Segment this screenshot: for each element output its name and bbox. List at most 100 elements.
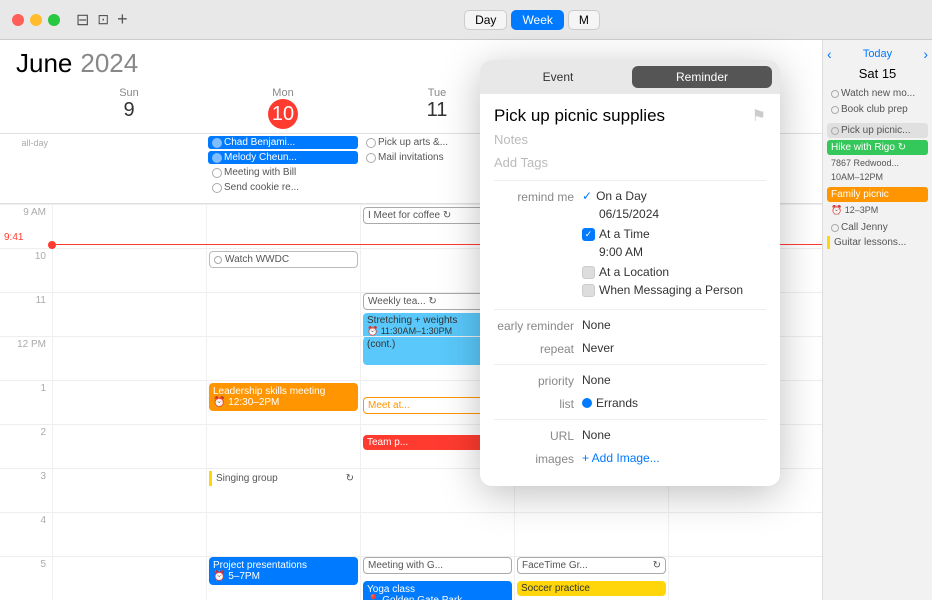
popup-body: Pick up picnic supplies ⚑ Notes Add Tags… — [480, 94, 780, 486]
right-sidebar: ‹ Today › Sat 15 Watch new mo... Book cl… — [822, 40, 932, 600]
sat-event-hike-time: 10AM–12PM — [827, 171, 928, 183]
time-row-5pm: 5 Project presentations ⏰ 5–7PM Meeting … — [0, 556, 822, 600]
time-slot-tue-5pm: Meeting with G... Yoga class 📍 Golden Ga… — [360, 556, 514, 600]
time-label-4pm: 4 — [0, 512, 52, 556]
at-a-time-value[interactable]: 9:00 AM — [599, 245, 766, 259]
sat-event-bookclub[interactable]: Book club prep — [827, 103, 928, 116]
when-messaging-row: When Messaging a Person — [582, 283, 766, 297]
allday-col-mon: Chad Benjami... Melody Cheun... Meeting … — [206, 134, 360, 203]
time-label-1pm: 1 — [0, 380, 52, 424]
at-a-time-label[interactable]: At a Time — [599, 227, 650, 241]
traffic-lights — [12, 14, 60, 26]
popup-row-early-reminder: early reminder None — [494, 318, 766, 333]
time-slot-mon-12pm — [206, 336, 360, 380]
sat-label: Sat 15 — [827, 66, 928, 81]
event-watch-wwdc[interactable]: Watch WWDC — [209, 251, 358, 268]
allday-event-chad[interactable]: Chad Benjami... — [208, 136, 358, 149]
priority-value[interactable]: None — [582, 373, 766, 387]
time-slot-sun-11am — [52, 292, 206, 336]
allday-event-cookie[interactable]: Send cookie re... — [208, 181, 358, 194]
sat-event-hike[interactable]: Hike with Rigo ↻ — [827, 140, 928, 155]
next-button[interactable]: › — [923, 46, 928, 62]
time-slot-mon-11am — [206, 292, 360, 336]
maximize-button[interactable] — [48, 14, 60, 26]
day-view-button[interactable]: Day — [464, 10, 507, 30]
sat-event-family-picnic[interactable]: Family picnic — [827, 187, 928, 202]
prev-button[interactable]: ‹ — [827, 46, 832, 62]
calendar-month: June — [16, 48, 72, 79]
inbox-icon[interactable]: ⊡ — [97, 11, 109, 28]
time-slot-mon-10am: Watch WWDC — [206, 248, 360, 292]
today-button[interactable]: Today — [863, 48, 892, 60]
popup-tab-event[interactable]: Event — [488, 66, 628, 88]
minimize-button[interactable] — [30, 14, 42, 26]
popup-divider-3 — [494, 364, 766, 365]
popup-notes-field[interactable]: Notes — [494, 132, 766, 147]
event-soccer[interactable]: Soccer practice — [517, 581, 666, 596]
at-a-location-label[interactable]: At a Location — [599, 265, 669, 279]
time-slot-mon-3pm: Singing group ↻ — [206, 468, 360, 512]
at-a-location-checkbox[interactable] — [582, 266, 595, 279]
time-slot-sun-9am — [52, 204, 206, 248]
popup-row-url: URL None — [494, 428, 766, 443]
early-reminder-label: early reminder — [494, 318, 574, 333]
when-messaging-label[interactable]: When Messaging a Person — [599, 283, 743, 297]
repeat-value[interactable]: Never — [582, 341, 766, 355]
event-yoga[interactable]: Yoga class 📍 Golden Gate Park 5:15–6:45P… — [363, 581, 512, 600]
url-value[interactable]: None — [582, 428, 766, 442]
on-a-day-date[interactable]: 06/15/2024 — [599, 207, 766, 221]
sidebar-icon[interactable]: ⊟ — [76, 10, 89, 30]
allday-event-meeting-bill[interactable]: Meeting with Bill — [208, 166, 358, 179]
sat-timed-events: Pick up picnic... Hike with Rigo ↻ 7867 … — [827, 123, 928, 251]
early-reminder-value[interactable]: None — [582, 318, 766, 332]
popup-row-repeat: repeat Never — [494, 341, 766, 356]
sat-event-watch[interactable]: Watch new mo... — [827, 87, 928, 100]
day-header-mon: Mon 10 — [206, 83, 360, 133]
event-facetime[interactable]: FaceTime Gr... ↻ — [517, 557, 666, 574]
popup-divider-2 — [494, 309, 766, 310]
time-label-11am: 11 — [0, 292, 52, 336]
time-label-3pm: 3 — [0, 468, 52, 512]
time-slot-partial-4pm — [668, 512, 822, 556]
at-a-location-row: At a Location — [582, 265, 766, 279]
day-header-sun: Sun 9 — [52, 83, 206, 133]
sat-event-pickup-picnic[interactable]: Pick up picnic... — [827, 123, 928, 138]
priority-label: priority — [494, 373, 574, 388]
time-slot-tue-4pm — [360, 512, 514, 556]
current-time-dot — [48, 241, 56, 249]
on-a-day-row: ✓ On a Day — [582, 189, 766, 203]
event-leadership[interactable]: Leadership skills meeting ⏰ 12:30–2PM — [209, 383, 358, 411]
popup-title-row: Pick up picnic supplies ⚑ — [494, 106, 766, 126]
sat-event-guitar[interactable]: Guitar lessons... — [827, 236, 928, 249]
close-button[interactable] — [12, 14, 24, 26]
month-view-button[interactable]: M — [568, 10, 600, 30]
week-view-button[interactable]: Week — [511, 10, 563, 30]
list-value[interactable]: Errands — [582, 396, 766, 410]
event-singing[interactable]: Singing group ↻ — [209, 471, 358, 486]
time-label-10am: 10 — [0, 248, 52, 292]
sat-event-picnic-time: ⏰ 12–3PM — [827, 204, 928, 217]
time-slot-mon-4pm — [206, 512, 360, 556]
popup-flag-icon[interactable]: ⚑ — [752, 106, 766, 126]
add-image-button[interactable]: + Add Image... — [582, 451, 766, 465]
when-messaging-checkbox[interactable] — [582, 284, 595, 297]
popup-tags-field[interactable]: Add Tags — [494, 155, 766, 170]
popup-title: Pick up picnic supplies — [494, 106, 665, 126]
event-meeting-g[interactable]: Meeting with G... — [363, 557, 512, 574]
popup-tab-reminder[interactable]: Reminder — [632, 66, 772, 88]
current-time-label: 9:41 — [4, 232, 23, 243]
popup-divider-4 — [494, 419, 766, 420]
at-a-time-checkbox[interactable] — [582, 228, 595, 241]
allday-col-sun — [52, 134, 206, 203]
sat-event-call-jenny[interactable]: Call Jenny — [827, 221, 928, 234]
popup-row-priority: priority None — [494, 373, 766, 388]
time-slot-partial-5pm — [668, 556, 822, 600]
event-project-presentations[interactable]: Project presentations ⏰ 5–7PM — [209, 557, 358, 585]
time-slot-mon-1pm: Leadership skills meeting ⏰ 12:30–2PM — [206, 380, 360, 424]
mini-nav: ‹ Today › — [827, 46, 928, 62]
time-slot-sun-10am — [52, 248, 206, 292]
on-a-day-label[interactable]: On a Day — [596, 189, 647, 203]
add-icon[interactable]: + — [117, 9, 128, 30]
time-label-2pm: 2 — [0, 424, 52, 468]
allday-event-melody[interactable]: Melody Cheun... — [208, 151, 358, 164]
